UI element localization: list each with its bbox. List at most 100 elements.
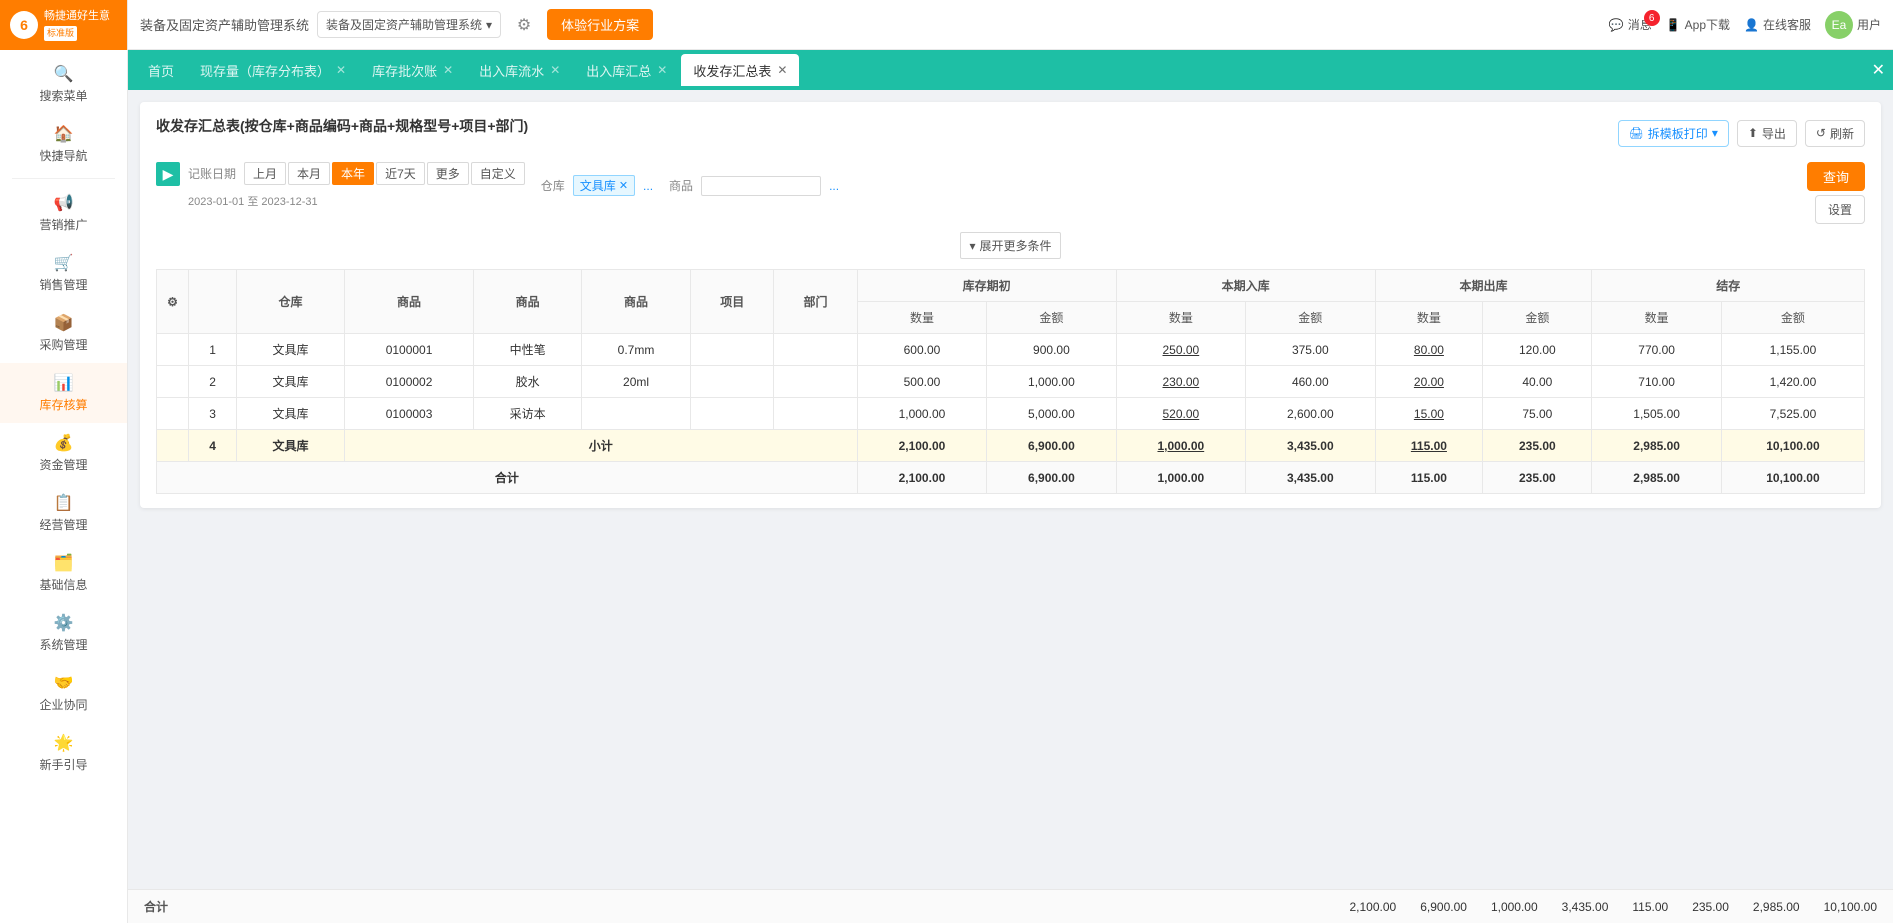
phone-icon: 📱 bbox=[1666, 18, 1681, 32]
table-row: 1 文具库 0100001 中性笔 0.7mm 600.00 900.00 25… bbox=[157, 334, 1865, 366]
sidebar-item-search[interactable]: 🔍 搜索菜单 bbox=[0, 54, 127, 114]
row-dept bbox=[774, 366, 857, 398]
col-settings-header[interactable]: ⚙ bbox=[157, 270, 189, 334]
col-spec-header: 商品 bbox=[581, 270, 690, 334]
row-spec: 0.7mm bbox=[581, 334, 690, 366]
tab-flow[interactable]: 出入库流水 ✕ bbox=[467, 54, 572, 86]
tab-close-icon[interactable]: ✕ bbox=[443, 63, 453, 77]
sidebar-item-label: 资金管理 bbox=[39, 456, 87, 473]
sidebar-item-corp[interactable]: 🤝 企业协同 bbox=[0, 663, 127, 723]
row-out-qty[interactable]: 80.00 bbox=[1375, 334, 1483, 366]
date-7-days[interactable]: 近7天 bbox=[376, 162, 425, 185]
footer-begin-amt: 6,900.00 bbox=[987, 462, 1116, 494]
row-in-qty[interactable]: 250.00 bbox=[1116, 334, 1245, 366]
row-code: 0100002 bbox=[344, 366, 473, 398]
row-in-qty[interactable]: 230.00 bbox=[1116, 366, 1245, 398]
logo-text: 畅捷通好生意 标准版 bbox=[44, 9, 110, 42]
system-dropdown[interactable]: 装备及固定资产辅助管理系统 ▾ bbox=[317, 11, 501, 38]
tab-close-icon[interactable]: ✕ bbox=[336, 63, 346, 77]
footer-bal-amt: 10,100.00 bbox=[1721, 462, 1864, 494]
row-out-qty[interactable]: 15.00 bbox=[1375, 398, 1483, 430]
inventory-icon: 📊 bbox=[54, 373, 74, 393]
sidebar-item-label: 销售管理 bbox=[39, 276, 87, 293]
warehouse-more-btn[interactable]: ... bbox=[643, 179, 653, 193]
online-service-action[interactable]: 👤 在线客服 bbox=[1744, 16, 1811, 33]
tab-recv-send[interactable]: 收发存汇总表 ✕ bbox=[681, 54, 799, 86]
data-table: ⚙ 仓库 商品 商品 商品 项目 部门 库存期初 本期入库 本期出库 结存 bbox=[156, 269, 1865, 494]
filter-toggle-button[interactable]: ▶ bbox=[156, 162, 180, 186]
sidebar-item-basic[interactable]: 🗂️ 基础信息 bbox=[0, 543, 127, 603]
row-in-qty[interactable]: 520.00 bbox=[1116, 398, 1245, 430]
tab-close-icon[interactable]: ✕ bbox=[550, 63, 560, 77]
row-code: 0100003 bbox=[344, 398, 473, 430]
export-icon: ⬆ bbox=[1748, 126, 1758, 140]
date-this-month[interactable]: 本月 bbox=[288, 162, 330, 185]
query-button[interactable]: 查询 bbox=[1807, 162, 1865, 191]
tab-home[interactable]: 首页 bbox=[136, 54, 186, 86]
operation-icon: 📋 bbox=[54, 493, 74, 513]
date-this-year[interactable]: 本年 bbox=[332, 162, 374, 185]
sidebar-item-operation[interactable]: 📋 经营管理 bbox=[0, 483, 127, 543]
col-dept-header: 部门 bbox=[774, 270, 857, 334]
purchase-icon: 📦 bbox=[54, 313, 74, 333]
demo-button[interactable]: 体验行业方案 bbox=[547, 9, 653, 40]
sidebar-item-label: 采购管理 bbox=[39, 336, 87, 353]
date-custom[interactable]: 自定义 bbox=[471, 162, 525, 185]
footer-total-begin-qty: 2,100.00 bbox=[1350, 900, 1397, 914]
table-footer: 合计 2,100.00 6,900.00 1,000.00 3,435.00 1… bbox=[128, 889, 1893, 923]
subtotal-out-qty[interactable]: 115.00 bbox=[1375, 430, 1483, 462]
warehouse-tag-close-icon[interactable]: ✕ bbox=[619, 179, 628, 192]
message-action[interactable]: 💬 消息 6 bbox=[1609, 16, 1652, 33]
basic-icon: 🗂️ bbox=[54, 553, 74, 573]
print-button[interactable]: 🖨 拆模板打印 ▾ bbox=[1618, 120, 1729, 147]
app-download-action[interactable]: 📱 App下载 bbox=[1666, 16, 1730, 33]
warehouse-tag[interactable]: 文具库 ✕ bbox=[573, 175, 635, 196]
date-more[interactable]: 更多 bbox=[427, 162, 469, 185]
column-settings-icon[interactable]: ⚙ bbox=[167, 295, 178, 309]
col-out-header: 本期出库 bbox=[1375, 270, 1592, 302]
goods-more-btn[interactable]: ... bbox=[829, 179, 839, 193]
tab-batch-ledger[interactable]: 库存批次账 ✕ bbox=[360, 54, 465, 86]
topbar-actions: 💬 消息 6 📱 App下载 👤 在线客服 Ea 用户 bbox=[1609, 11, 1881, 39]
table-settings-button[interactable]: 设置 bbox=[1815, 195, 1865, 224]
print-icon: 🖨 bbox=[1629, 126, 1644, 140]
refresh-button[interactable]: ↺ 刷新 bbox=[1805, 120, 1865, 147]
search-icon: 🔍 bbox=[54, 64, 74, 84]
sidebar-item-label: 搜索菜单 bbox=[39, 87, 87, 104]
subtotal-in-qty[interactable]: 1,000.00 bbox=[1116, 430, 1245, 462]
sidebar-item-label: 系统管理 bbox=[39, 636, 87, 653]
tab-summary[interactable]: 出入库汇总 ✕ bbox=[574, 54, 679, 86]
settings-icon[interactable]: ⚙ bbox=[509, 10, 539, 40]
export-button[interactable]: ⬆ 导出 bbox=[1737, 120, 1797, 147]
row-begin-amt: 5,000.00 bbox=[987, 398, 1116, 430]
sidebar-item-purchase[interactable]: 📦 采购管理 bbox=[0, 303, 127, 363]
sidebar-item-finance[interactable]: 💰 资金管理 bbox=[0, 423, 127, 483]
sidebar-item-quick-nav[interactable]: 🏠 快捷导航 bbox=[0, 114, 127, 174]
expand-conditions-button[interactable]: ▾ 展开更多条件 bbox=[960, 232, 1060, 259]
subtotal-row: 4 文具库 小计 2,100.00 6,900.00 1,000.00 3,43… bbox=[157, 430, 1865, 462]
col-bal-qty-header: 数量 bbox=[1592, 302, 1721, 334]
sidebar-item-sales[interactable]: 🛒 销售管理 bbox=[0, 243, 127, 303]
sidebar-item-label: 库存核算 bbox=[39, 396, 87, 413]
date-btn-group: 上月 本月 本年 近7天 更多 自定义 bbox=[244, 162, 525, 185]
tab-inventory-dist[interactable]: 现存量（库存分布表） ✕ bbox=[188, 54, 358, 86]
row-settings bbox=[157, 366, 189, 398]
tab-close-all[interactable]: ✕ bbox=[1872, 60, 1885, 80]
row-bal-qty: 710.00 bbox=[1592, 366, 1721, 398]
row-out-qty[interactable]: 20.00 bbox=[1375, 366, 1483, 398]
sidebar-item-guide[interactable]: 🌟 新手引导 bbox=[0, 723, 127, 783]
footer-values: 2,100.00 6,900.00 1,000.00 3,435.00 115.… bbox=[1350, 900, 1878, 914]
tab-close-icon[interactable]: ✕ bbox=[657, 63, 667, 77]
row-name: 采访本 bbox=[474, 398, 582, 430]
row-no: 3 bbox=[189, 398, 237, 430]
sidebar-item-label: 营销推广 bbox=[39, 216, 87, 233]
tab-close-icon[interactable]: ✕ bbox=[777, 63, 787, 77]
table-row: 2 文具库 0100002 胶水 20ml 500.00 1,000.00 23… bbox=[157, 366, 1865, 398]
sidebar-item-system[interactable]: ⚙️ 系统管理 bbox=[0, 603, 127, 663]
user-action[interactable]: Ea 用户 bbox=[1825, 11, 1881, 39]
row-bal-qty: 1,505.00 bbox=[1592, 398, 1721, 430]
goods-input[interactable] bbox=[701, 176, 821, 196]
sidebar-item-marketing[interactable]: 📢 营销推广 bbox=[0, 183, 127, 243]
sidebar-item-inventory[interactable]: 📊 库存核算 bbox=[0, 363, 127, 423]
date-last-month[interactable]: 上月 bbox=[244, 162, 286, 185]
